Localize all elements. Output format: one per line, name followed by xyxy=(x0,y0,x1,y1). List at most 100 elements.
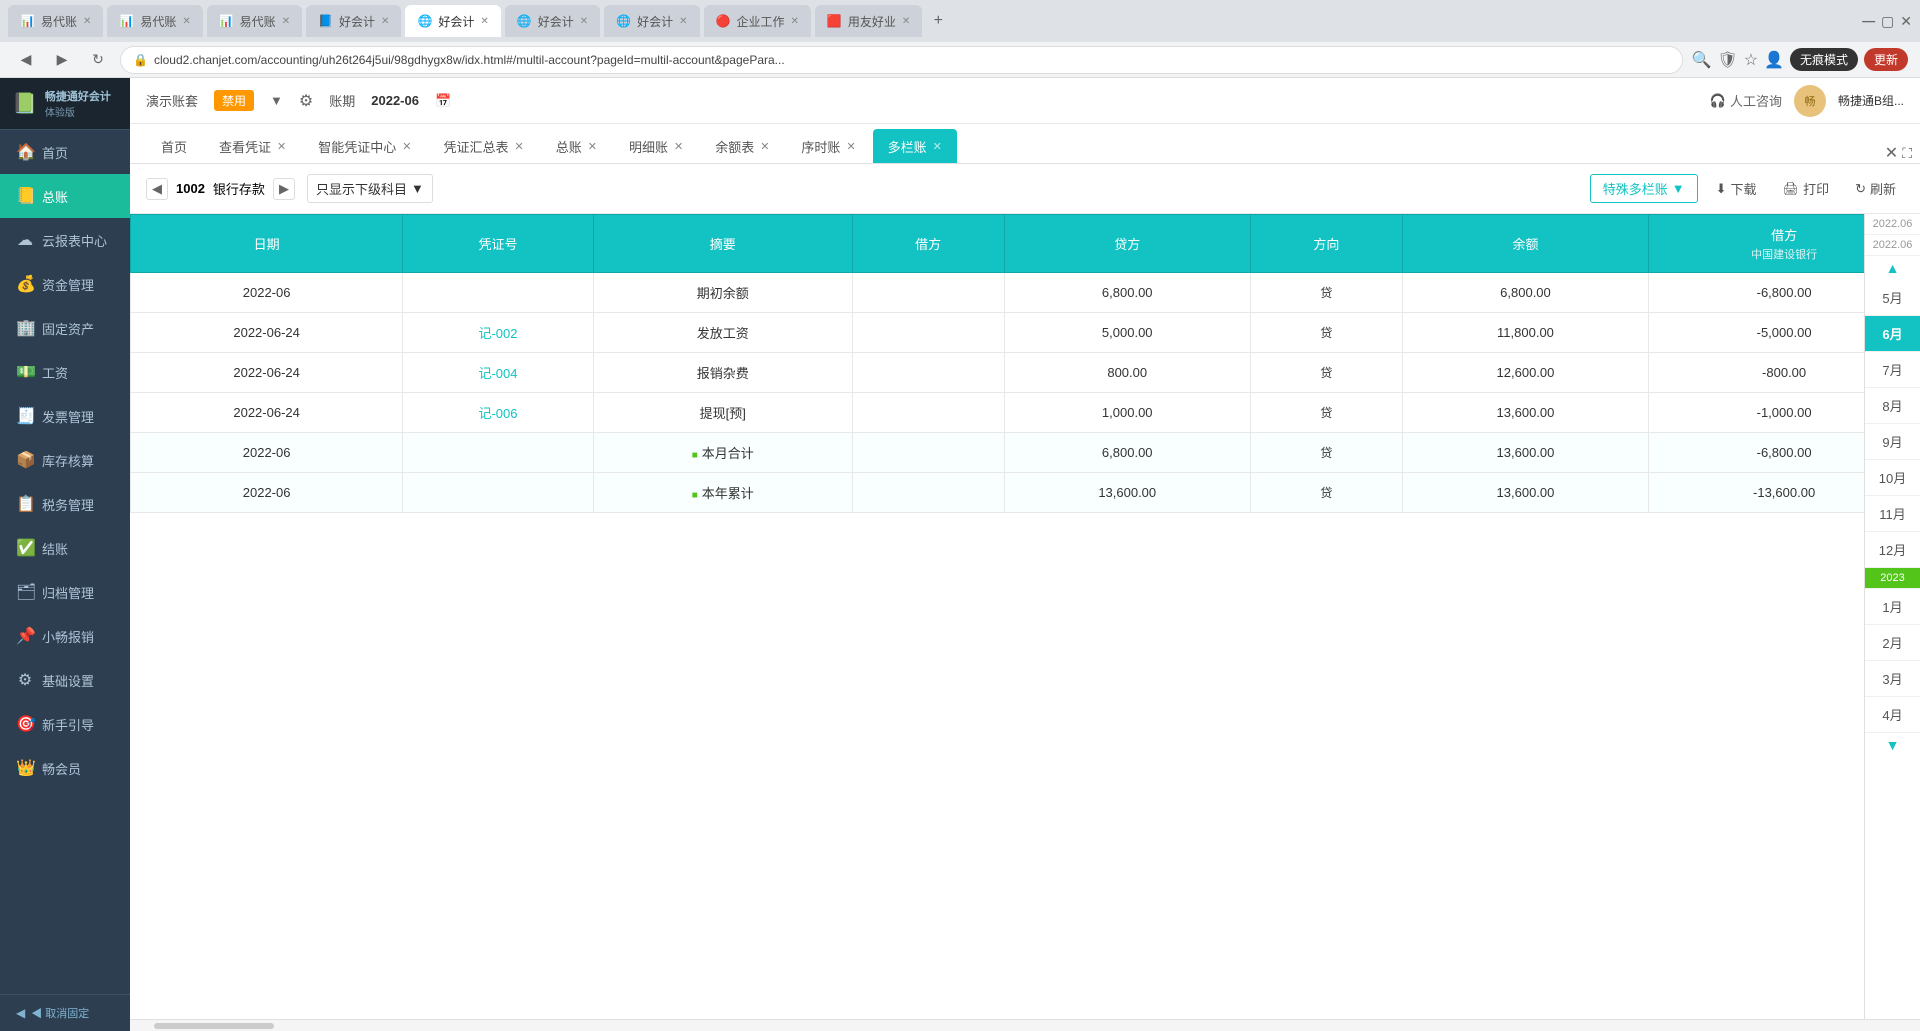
tab-close-1[interactable]: ✕ xyxy=(83,16,91,27)
tab-voucher-summary[interactable]: 凭证汇总表 ✕ xyxy=(428,129,538,163)
sidebar-item-guide[interactable]: 🎯 新手引导 xyxy=(0,702,130,746)
profile-icon[interactable]: 👤 xyxy=(1764,50,1784,70)
voucher-link-3[interactable]: 记-004 xyxy=(478,366,517,381)
tab-gl-close[interactable]: ✕ xyxy=(588,140,597,153)
search-icon[interactable]: 🔍 xyxy=(1691,50,1711,70)
tab-close-2[interactable]: ✕ xyxy=(182,16,190,27)
voucher-link-4[interactable]: 记-006 xyxy=(478,406,517,421)
sidebar-item-home[interactable]: 🏠 首页 xyxy=(0,130,130,174)
sidebar-item-archive[interactable]: 🗂 归档管理 xyxy=(0,570,130,614)
tab-jrn-close[interactable]: ✕ xyxy=(846,140,855,153)
browser-tab-3[interactable]: 📊 易代账 ✕ xyxy=(207,5,302,37)
tab-dl-close[interactable]: ✕ xyxy=(674,140,683,153)
month-item-aug[interactable]: 8月 xyxy=(1865,388,1920,424)
tab-expand-icon[interactable]: ⛶ xyxy=(1902,145,1912,162)
star-icon[interactable]: ☆ xyxy=(1744,50,1758,70)
shield-icon[interactable]: 🛡 xyxy=(1717,50,1737,70)
month-item-apr[interactable]: 4月 xyxy=(1865,697,1920,733)
month-item-nov[interactable]: 11月 xyxy=(1865,496,1920,532)
account-prev-button[interactable]: ◀ xyxy=(146,178,168,200)
month-item-june[interactable]: 6月 xyxy=(1865,316,1920,352)
sidebar-item-tax[interactable]: 📋 税务管理 xyxy=(0,482,130,526)
tab-balance[interactable]: 余额表 ✕ xyxy=(700,129,784,163)
month-item-july[interactable]: 7月 xyxy=(1865,352,1920,388)
tab-close-6[interactable]: ✕ xyxy=(580,16,588,27)
tab-mc-close[interactable]: ✕ xyxy=(933,140,942,153)
unpin-button[interactable]: ◀ ◀ 取消固定 xyxy=(0,994,130,1031)
headset-icon: 🎧 xyxy=(1710,93,1726,109)
consult-button[interactable]: 🎧 人工咨询 xyxy=(1710,91,1782,110)
month-item-may[interactable]: 5月 xyxy=(1865,280,1920,316)
sidebar-item-settings[interactable]: ⚙ 基础设置 xyxy=(0,658,130,702)
month-item-mar[interactable]: 3月 xyxy=(1865,661,1920,697)
sidebar-item-close-accounts[interactable]: ✅ 结账 xyxy=(0,526,130,570)
back-button[interactable]: ◀ xyxy=(12,46,40,74)
tab-home[interactable]: 首页 xyxy=(146,129,202,163)
tab-smart-close[interactable]: ✕ xyxy=(402,140,411,153)
tab-vsum-close[interactable]: ✕ xyxy=(515,140,524,153)
sidebar-item-funds[interactable]: 💰 资金管理 xyxy=(0,262,130,306)
tab-smart-voucher[interactable]: 智能凭证中心 ✕ xyxy=(303,129,426,163)
month-item-oct[interactable]: 10月 xyxy=(1865,460,1920,496)
month-item-dec[interactable]: 12月 xyxy=(1865,532,1920,568)
new-tab-button[interactable]: + xyxy=(926,9,950,33)
dropdown-icon[interactable]: ▼ xyxy=(270,93,283,108)
tab-close-7[interactable]: ✕ xyxy=(679,16,687,27)
browser-tab-2[interactable]: 📊 易代账 ✕ xyxy=(107,5,202,37)
voucher-link-2[interactable]: 记-002 xyxy=(478,326,517,341)
sidebar-item-invoice[interactable]: 🧾 发票管理 xyxy=(0,394,130,438)
tab-multi-col[interactable]: 多栏账 ✕ xyxy=(873,129,957,163)
tab-close-3[interactable]: ✕ xyxy=(282,16,290,27)
multi-col-button[interactable]: 特殊多栏账 ▼ xyxy=(1590,174,1698,203)
month-item-jan[interactable]: 1月 xyxy=(1865,589,1920,625)
sidebar-logo: 📗 畅捷通好会计 体验版 xyxy=(0,78,130,130)
browser-tab-6[interactable]: 🌐 好会计 ✕ xyxy=(505,5,600,37)
sidebar-item-fixed-assets[interactable]: 🏢 固定资产 xyxy=(0,306,130,350)
update-button[interactable]: 更新 xyxy=(1864,48,1908,71)
maximize-icon[interactable]: ▢ xyxy=(1881,13,1894,30)
forward-button[interactable]: ▶ xyxy=(48,46,76,74)
sidebar-item-member[interactable]: 👑 畅会员 xyxy=(0,746,130,790)
tab-view-voucher[interactable]: 查看凭证 ✕ xyxy=(204,129,301,163)
close-icon[interactable]: ✕ xyxy=(1900,13,1912,30)
month-item-feb[interactable]: 2月 xyxy=(1865,625,1920,661)
account-next-button[interactable]: ▶ xyxy=(273,178,295,200)
browser-tab-4[interactable]: 📘 好会计 ✕ xyxy=(306,5,401,37)
browser-tab-8[interactable]: 🔴 企业工作 ✕ xyxy=(704,5,811,37)
tab-close-8[interactable]: ✕ xyxy=(790,16,798,27)
print-button[interactable]: 🖨 打印 xyxy=(1775,175,1838,202)
browser-tab-9[interactable]: 🟥 用友好业 ✕ xyxy=(815,5,922,37)
pin-label: ◀ 取消固定 xyxy=(31,1005,89,1021)
horizontal-scrollbar[interactable] xyxy=(130,1019,1920,1031)
browser-tab-7[interactable]: 🌐 好会计 ✕ xyxy=(604,5,699,37)
url-input[interactable]: 🔒 cloud2.chanjet.com/accounting/uh26t264… xyxy=(120,46,1683,74)
reload-button[interactable]: ↻ xyxy=(84,46,112,74)
month-scroll-up-button[interactable]: ▲ xyxy=(1882,256,1904,280)
tab-close-9[interactable]: ✕ xyxy=(902,16,910,27)
browser-tab-5[interactable]: 🌐 好会计 ✕ xyxy=(405,5,500,37)
scrollbar-thumb[interactable] xyxy=(154,1023,274,1029)
browser-tab-1[interactable]: 📊 易代账 ✕ xyxy=(8,5,103,37)
month-scroll-down-button[interactable]: ▼ xyxy=(1882,733,1904,757)
refresh-button[interactable]: ↻ 刷新 xyxy=(1847,175,1904,202)
calendar-icon[interactable]: 📅 xyxy=(435,93,451,109)
tab-bal-close[interactable]: ✕ xyxy=(760,140,769,153)
minimize-icon[interactable]: ─ xyxy=(1862,11,1875,32)
sidebar-item-cloud-reports[interactable]: ☁ 云报表中心 xyxy=(0,218,130,262)
sidebar-item-inventory[interactable]: 📦 库存核算 xyxy=(0,438,130,482)
incognito-button[interactable]: 无痕模式 xyxy=(1790,48,1858,71)
sidebar-item-salary[interactable]: 💵 工资 xyxy=(0,350,130,394)
tab-journal[interactable]: 序时账 ✕ xyxy=(786,129,870,163)
tab-general-ledger[interactable]: 总账 ✕ xyxy=(541,129,612,163)
tab-close-icon[interactable]: ✕ xyxy=(1885,143,1898,163)
tab-close-4[interactable]: ✕ xyxy=(381,16,389,27)
tab-view-close[interactable]: ✕ xyxy=(277,140,286,153)
filter-select[interactable]: 只显示下级科目 ▼ xyxy=(307,174,433,203)
download-button[interactable]: ⬇ 下载 xyxy=(1708,175,1765,202)
sidebar-item-ledger[interactable]: 📒 总账 xyxy=(0,174,130,218)
settings-top-icon[interactable]: ⚙ xyxy=(299,91,313,111)
sidebar-item-expense[interactable]: 📌 小畅报销 xyxy=(0,614,130,658)
tab-detail-ledger[interactable]: 明细账 ✕ xyxy=(614,129,698,163)
tab-close-5[interactable]: ✕ xyxy=(480,16,488,27)
month-item-sep[interactable]: 9月 xyxy=(1865,424,1920,460)
